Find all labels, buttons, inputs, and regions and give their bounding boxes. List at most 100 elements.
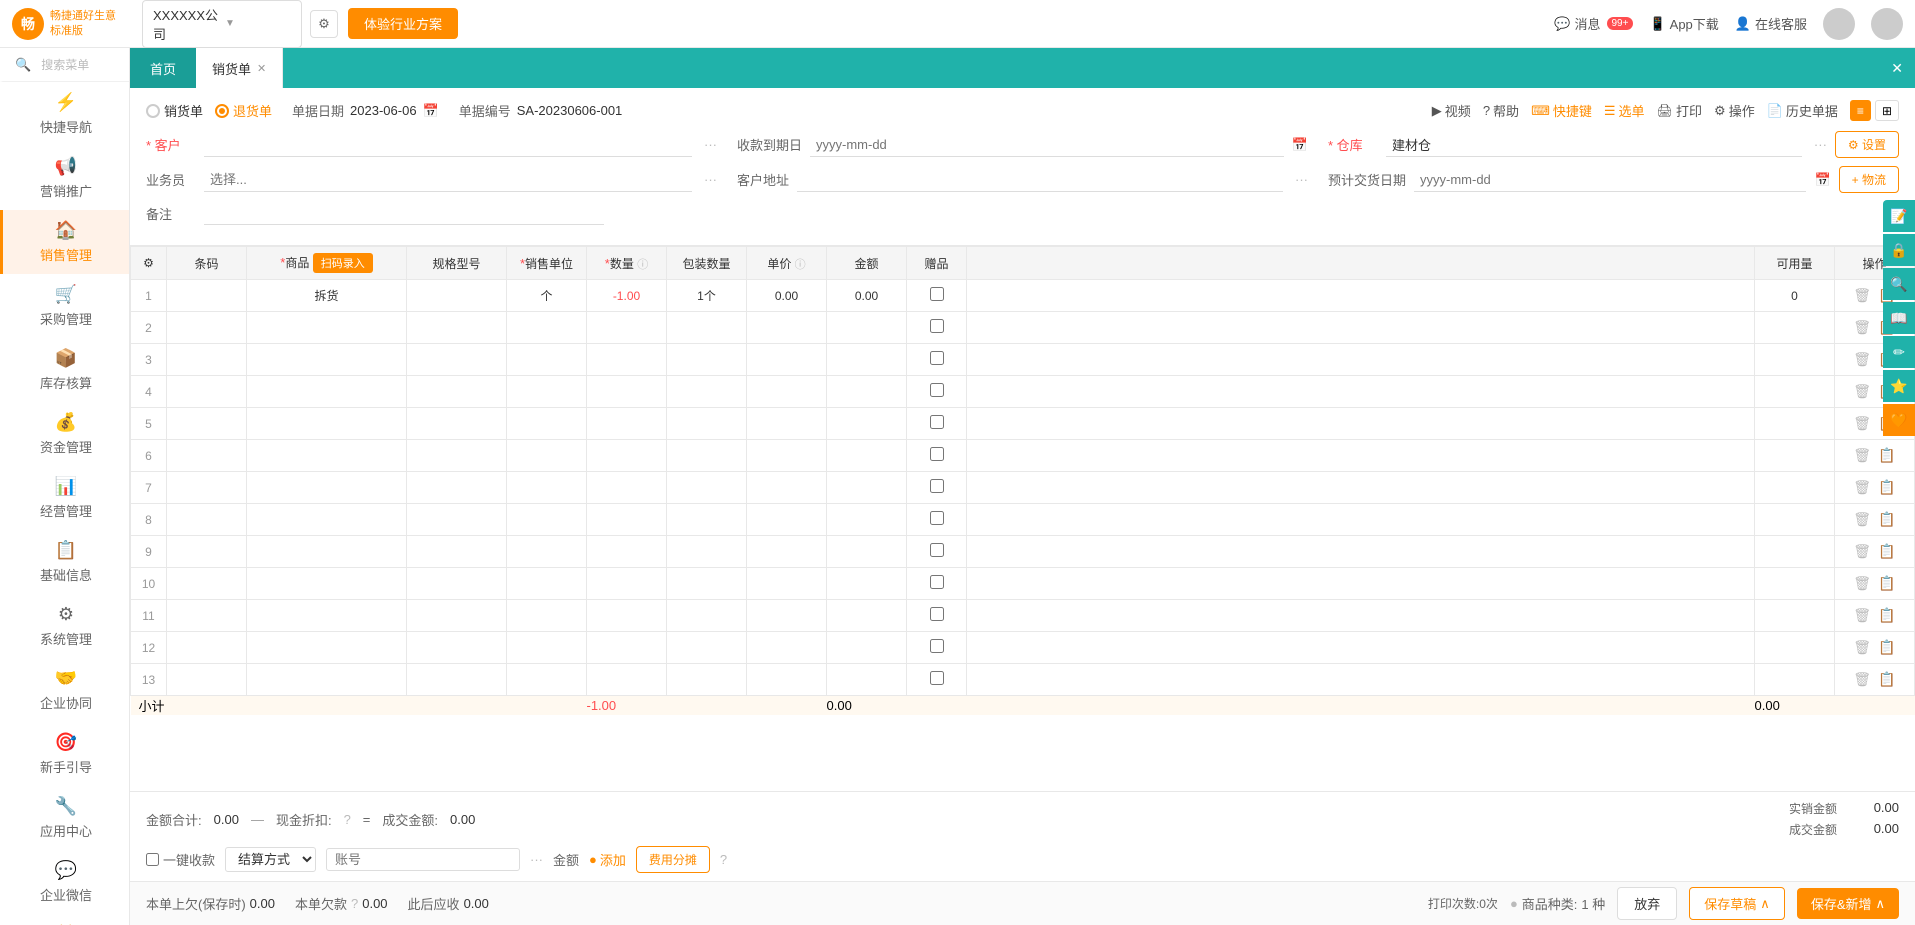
tab-home[interactable]: 首页 xyxy=(130,48,196,88)
gift-checkbox[interactable] xyxy=(930,607,944,621)
sidebar-item-apps[interactable]: 🔧 应用中心 xyxy=(0,786,129,850)
sidebar-item-purchase[interactable]: 🛒 采购管理 xyxy=(0,274,129,338)
remark-input[interactable] xyxy=(204,201,604,225)
add-button[interactable]: ● 添加 xyxy=(589,850,626,869)
expected-date-input[interactable] xyxy=(1414,168,1806,192)
sidebar-item-marketing[interactable]: 📢 营销推广 xyxy=(0,146,129,210)
operation-btn[interactable]: ⚙ 操作 xyxy=(1714,101,1755,120)
address-more-icon[interactable]: ··· xyxy=(1295,172,1308,187)
scan-button[interactable]: 扫码录入 xyxy=(313,253,373,273)
radio-return[interactable]: 退货单 xyxy=(215,101,272,120)
th-setting[interactable]: ⚙ xyxy=(131,247,167,280)
sidebar-item-system[interactable]: ⚙ 系统管理 xyxy=(0,594,129,658)
right-panel-item-6[interactable]: ⭐ xyxy=(1883,370,1915,402)
sidebar-item-inventory[interactable]: 📦 库存核算 xyxy=(0,338,129,402)
sidebar-search[interactable]: 🔍 搜索菜单 xyxy=(0,48,129,82)
customer-input[interactable] xyxy=(204,133,692,157)
avatar-2[interactable] xyxy=(1871,8,1903,40)
product-type-icon[interactable]: ● xyxy=(1510,896,1518,911)
copy-button[interactable]: 📋 xyxy=(1878,511,1895,528)
delete-button[interactable]: 🗑 xyxy=(1853,479,1871,496)
right-panel-item-2[interactable]: 🔒 xyxy=(1883,234,1915,266)
delete-button[interactable]: 🗑 xyxy=(1853,447,1871,464)
right-panel-item-3[interactable]: 🔍 xyxy=(1883,268,1915,300)
payment-checkbox[interactable] xyxy=(146,853,159,866)
delete-button[interactable]: 🗑 xyxy=(1853,671,1871,688)
save-draft-button[interactable]: 保存草稿 ∧ xyxy=(1689,887,1785,920)
copy-button[interactable]: 📋 xyxy=(1878,575,1895,592)
history-btn[interactable]: 📄 历史单据 xyxy=(1767,101,1838,120)
copy-button[interactable]: 📋 xyxy=(1878,671,1895,688)
radio-sales[interactable]: 销货单 xyxy=(146,101,203,120)
delete-button[interactable]: 🗑 xyxy=(1853,415,1871,432)
sidebar-item-member[interactable]: 👑 畅会员 xyxy=(0,914,129,925)
shortcut-btn[interactable]: ⌨ 快捷键 xyxy=(1531,101,1592,120)
right-panel-item-4[interactable]: 📖 xyxy=(1883,302,1915,334)
gift-checkbox[interactable] xyxy=(930,319,944,333)
app-download-button[interactable]: 📱 App下载 xyxy=(1649,14,1718,33)
gift-checkbox[interactable] xyxy=(930,415,944,429)
delete-button[interactable]: 🗑 xyxy=(1853,351,1871,368)
customer-more-icon[interactable]: ··· xyxy=(704,137,717,152)
sidebar-item-sales[interactable]: 🏠 销售管理 xyxy=(0,210,129,274)
customer-address-input[interactable] xyxy=(797,168,1283,192)
copy-button[interactable]: 📋 xyxy=(1878,479,1895,496)
gift-checkbox[interactable] xyxy=(930,351,944,365)
delete-button[interactable]: 🗑 xyxy=(1853,319,1871,336)
view-grid-btn[interactable]: ⊞ xyxy=(1875,100,1899,121)
calendar-icon[interactable]: 📅 xyxy=(423,103,439,119)
right-panel-item-1[interactable]: 📝 xyxy=(1883,200,1915,232)
delete-button[interactable]: 🗑 xyxy=(1853,287,1871,304)
gift-checkbox[interactable] xyxy=(930,575,944,589)
gift-checkbox[interactable] xyxy=(930,511,944,525)
account-input[interactable] xyxy=(326,848,520,871)
tab-close-icon[interactable]: ✕ xyxy=(257,62,266,75)
video-btn[interactable]: ▶ 视频 xyxy=(1432,101,1471,120)
online-service-button[interactable]: 👤 在线客服 xyxy=(1735,14,1807,33)
discard-button[interactable]: 放弃 xyxy=(1617,887,1677,920)
account-more-icon[interactable]: ··· xyxy=(530,852,543,867)
gift-checkbox[interactable] xyxy=(930,479,944,493)
sidebar-item-basic[interactable]: 📋 基础信息 xyxy=(0,530,129,594)
copy-button[interactable]: 📋 xyxy=(1878,639,1895,656)
sidebar-item-guide[interactable]: 🎯 新手引导 xyxy=(0,722,129,786)
gift-checkbox[interactable] xyxy=(930,543,944,557)
copy-button[interactable]: 📋 xyxy=(1878,543,1895,560)
salesperson-input[interactable] xyxy=(204,168,692,192)
right-panel-item-5[interactable]: ✏ xyxy=(1883,336,1915,368)
logistics-button[interactable]: + 物流 xyxy=(1839,166,1899,193)
sidebar-item-enterprise[interactable]: 🤝 企业协同 xyxy=(0,658,129,722)
message-button[interactable]: 💬 消息 99+ xyxy=(1554,14,1633,33)
delete-button[interactable]: 🗑 xyxy=(1853,639,1871,656)
gift-checkbox[interactable] xyxy=(930,383,944,397)
sidebar-item-finance[interactable]: 💰 资金管理 xyxy=(0,402,129,466)
print-btn[interactable]: 🖨 打印 xyxy=(1657,101,1703,120)
warehouse-input[interactable] xyxy=(1386,133,1802,157)
delete-button[interactable]: 🗑 xyxy=(1853,607,1871,624)
trial-button[interactable]: 体验行业方案 xyxy=(348,8,458,39)
delete-button[interactable]: 🗑 xyxy=(1853,383,1871,400)
settings-gear-button[interactable]: ⚙ xyxy=(310,10,338,38)
gift-checkbox[interactable] xyxy=(930,287,944,301)
sidebar-item-operation[interactable]: 📊 经营管理 xyxy=(0,466,129,530)
copy-button[interactable]: 📋 xyxy=(1878,607,1895,624)
sidebar-item-wechat[interactable]: 💬 企业微信 xyxy=(0,850,129,914)
save-new-button[interactable]: 保存&新增 ∧ xyxy=(1797,888,1899,919)
gift-checkbox[interactable] xyxy=(930,447,944,461)
right-panel-item-7[interactable]: 🧡 xyxy=(1883,404,1915,436)
warehouse-more-icon[interactable]: ··· xyxy=(1814,137,1827,152)
due-date-input[interactable] xyxy=(810,133,1284,157)
sidebar-item-shortcut[interactable]: ⚡ 快捷导航 xyxy=(0,82,129,146)
view-list-btn[interactable]: ≡ xyxy=(1850,100,1871,121)
arrears-help-icon[interactable]: ? xyxy=(351,896,358,911)
delete-button[interactable]: 🗑 xyxy=(1853,575,1871,592)
table-container[interactable]: ⚙ 条码 *商品 扫码录入 规格型号 *销售单位 *数量 ⓘ 包装数量 单价 ⓘ… xyxy=(130,246,1915,791)
gift-checkbox[interactable] xyxy=(930,671,944,685)
help-btn[interactable]: ? 帮助 xyxy=(1483,101,1519,120)
company-selector[interactable]: XXXXXX公司 ▼ xyxy=(142,0,302,48)
select-btn[interactable]: ☰ 选单 xyxy=(1604,101,1645,120)
settings-button[interactable]: ⚙ 设置 xyxy=(1835,131,1899,158)
payment-checkbox-label[interactable]: 一键收款 xyxy=(146,850,215,869)
tab-sales-order[interactable]: 销货单 ✕ xyxy=(196,48,283,88)
tab-close-right[interactable]: ✕ xyxy=(1879,48,1915,88)
